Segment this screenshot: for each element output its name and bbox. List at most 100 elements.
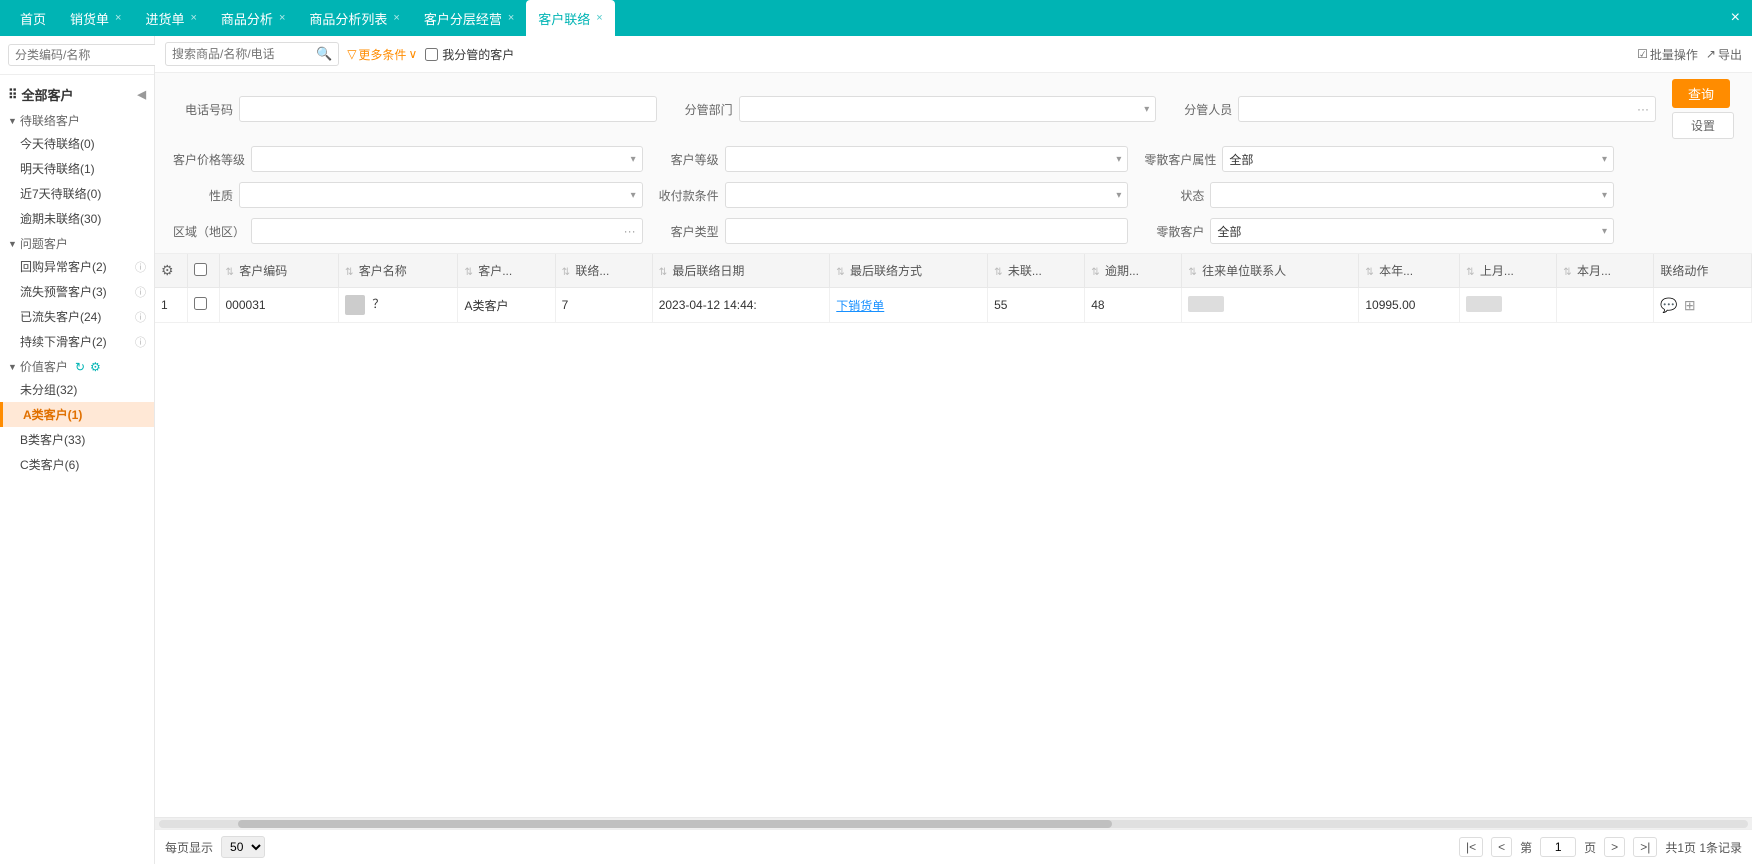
col-customer-code: ⇅ 客户编码 <box>219 254 338 288</box>
nav-sales[interactable]: 销货单 × <box>58 0 133 36</box>
payment-select[interactable]: ▾ <box>725 182 1129 208</box>
sidebar-item-today-pending[interactable]: 今天待联络(0) <box>0 131 154 156</box>
sidebar-item-churned[interactable]: 已流失客户(24) ⓘ <box>0 304 154 329</box>
customer-grade-select[interactable]: ▾ <box>725 146 1129 172</box>
nav-customer-contact[interactable]: 客户联络 × <box>526 0 614 36</box>
batch-op-btn[interactable]: ☑ 批量操作 <box>1637 46 1698 63</box>
col-checkbox[interactable] <box>187 254 219 288</box>
value-group-refresh-icon[interactable]: ↻ <box>75 360 85 374</box>
sidebar: 🔍 ⠿ 全部客户 ◀ ▼ 待联络客户 今天待联络(0) 明天待联络(1) 近7天… <box>0 36 155 864</box>
person-more-icon: ··· <box>1637 102 1649 116</box>
row-customer-name: ？ <box>338 288 457 323</box>
row-contact-person <box>1182 288 1359 323</box>
sort-icon-contact: ⇅ <box>562 267 570 278</box>
sidebar-item-tomorrow-pending[interactable]: 明天待联络(1) <box>0 156 154 181</box>
info-icon-declining: ⓘ <box>135 334 146 350</box>
sidebar-item-repurchase-abnormal[interactable]: 回购异常客户(2) ⓘ <box>0 254 154 279</box>
nav-purchase-close[interactable]: × <box>190 12 196 24</box>
col-settings-icon[interactable]: ⚙ <box>161 262 174 278</box>
my-customer-checkbox-label[interactable]: 我分管的客户 <box>425 46 514 63</box>
sidebar-item-class-b[interactable]: B类客户(33) <box>0 427 154 452</box>
row-last-contact-method: 下销货单 <box>830 288 988 323</box>
nav-customer-segmentation-close[interactable]: × <box>508 12 514 24</box>
sidebar-item-declining[interactable]: 持续下滑客户(2) ⓘ <box>0 329 154 354</box>
filter-search-input[interactable] <box>172 47 312 61</box>
top-nav: 首页 销货单 × 进货单 × 商品分析 × 商品分析列表 × 客户分层经营 × … <box>0 0 1752 36</box>
col-settings[interactable]: ⚙ <box>155 254 187 288</box>
dept-select[interactable]: ▾ <box>739 96 1157 122</box>
sidebar-search-input[interactable] <box>8 44 177 66</box>
all-customers-header[interactable]: ⠿ 全部客户 ◀ <box>0 81 154 108</box>
filter-row-3: 性质 ▾ 收付款条件 ▾ 状态 ▾ <box>165 179 1742 211</box>
value-group-settings-icon[interactable]: ⚙ <box>90 360 101 374</box>
scrollbar-thumb[interactable] <box>238 820 1112 828</box>
filter-field-phone: 电话号码 <box>165 93 665 125</box>
sidebar-collapse-icon[interactable]: ◀ <box>138 88 146 101</box>
retail-attr-select[interactable]: 全部▾ <box>1222 146 1614 172</box>
last-page-btn[interactable]: >| <box>1633 837 1657 857</box>
person-input[interactable]: ··· <box>1238 96 1656 122</box>
sidebar-item-class-c[interactable]: C类客户(6) <box>0 452 154 477</box>
sidebar-item-class-a[interactable]: A类客户(1) <box>0 402 154 427</box>
nav-product-analysis[interactable]: 商品分析 × <box>209 0 297 36</box>
sidebar-item-7days-pending[interactable]: 近7天待联络(0) <box>0 181 154 206</box>
status-select[interactable]: ▾ <box>1210 182 1614 208</box>
nature-select[interactable]: ▾ <box>239 182 643 208</box>
more-filter-btn[interactable]: ▽ 更多条件 ∨ <box>347 46 417 63</box>
sort-icon-uncontact: ⇅ <box>994 267 1002 278</box>
window-close-btn[interactable]: × <box>1719 9 1752 27</box>
last-contact-method-link[interactable]: 下销货单 <box>836 299 884 313</box>
filter-field-status: 状态 ▾ <box>1136 179 1622 211</box>
sidebar-group-problem[interactable]: ▼ 问题客户 <box>0 231 154 254</box>
customer-avatar <box>345 295 365 315</box>
col-this-year: ⇅ 本年... <box>1359 254 1460 288</box>
nav-product-analysis-list-close[interactable]: × <box>393 12 399 24</box>
sidebar-item-churn-warning[interactable]: 流失预警客户(3) ⓘ <box>0 279 154 304</box>
prev-page-btn[interactable]: < <box>1491 837 1512 857</box>
query-btn[interactable]: 查询 <box>1672 79 1730 108</box>
page-number-input[interactable] <box>1540 837 1576 857</box>
sidebar-item-overdue-contact[interactable]: 逾期未联络(30) <box>0 206 154 231</box>
filter-field-customer-type: 客户类型 <box>651 215 1137 247</box>
nav-purchase[interactable]: 进货单 × <box>133 0 208 36</box>
my-customer-checkbox[interactable] <box>425 48 438 61</box>
sidebar-group-pending[interactable]: ▼ 待联络客户 <box>0 108 154 131</box>
page-size-select[interactable]: 50 <box>221 836 265 858</box>
settings-btn[interactable]: 设置 <box>1672 112 1734 139</box>
region-input[interactable]: ··· <box>251 218 643 244</box>
info-icon-repurchase: ⓘ <box>135 259 146 275</box>
action-qr-icon[interactable]: ⊞ <box>1684 297 1696 314</box>
nav-product-analysis-list[interactable]: 商品分析列表 × <box>297 0 411 36</box>
row-checkbox-cell[interactable] <box>187 288 219 323</box>
next-page-btn[interactable]: > <box>1604 837 1625 857</box>
row-checkbox[interactable] <box>194 297 207 310</box>
sidebar-item-ungrouped[interactable]: 未分组(32) <box>0 377 154 402</box>
nav-product-analysis-close[interactable]: × <box>279 12 285 24</box>
export-btn[interactable]: ↗ 导出 <box>1706 46 1742 63</box>
region-more-icon: ··· <box>624 224 636 238</box>
phone-input[interactable] <box>239 96 657 122</box>
nav-customer-contact-close[interactable]: × <box>596 12 602 24</box>
nav-sales-close[interactable]: × <box>115 12 121 24</box>
filter-search-icon[interactable]: 🔍 <box>316 46 332 62</box>
filter-field-retail-customer: 零散客户 全部▾ <box>1136 215 1622 247</box>
retail-customer-select[interactable]: 全部▾ <box>1210 218 1614 244</box>
sidebar-group-value[interactable]: ▼ 价值客户 ↻ ⚙ <box>0 354 154 377</box>
customer-grade-dropdown-icon: ▾ <box>1116 154 1121 165</box>
price-grade-select[interactable]: ▾ <box>251 146 643 172</box>
first-page-btn[interactable]: |< <box>1459 837 1483 857</box>
action-chat-icon[interactable]: 💬 <box>1660 297 1677 314</box>
contact-person-placeholder <box>1188 296 1224 312</box>
batch-op-icon: ☑ <box>1637 47 1648 61</box>
status-label: 状态 <box>1144 187 1204 204</box>
row-last-month-amount <box>1460 288 1557 323</box>
dept-label: 分管部门 <box>673 101 733 118</box>
horizontal-scrollbar[interactable] <box>155 817 1752 829</box>
last-month-placeholder <box>1466 296 1502 312</box>
customer-type-input[interactable] <box>725 218 1129 244</box>
nav-customer-segmentation[interactable]: 客户分层经营 × <box>412 0 526 36</box>
nav-home[interactable]: 首页 <box>8 0 58 36</box>
select-all-checkbox[interactable] <box>194 263 207 276</box>
sort-icon-this-year: ⇅ <box>1365 267 1373 278</box>
sort-icon-name: ⇅ <box>345 267 353 278</box>
